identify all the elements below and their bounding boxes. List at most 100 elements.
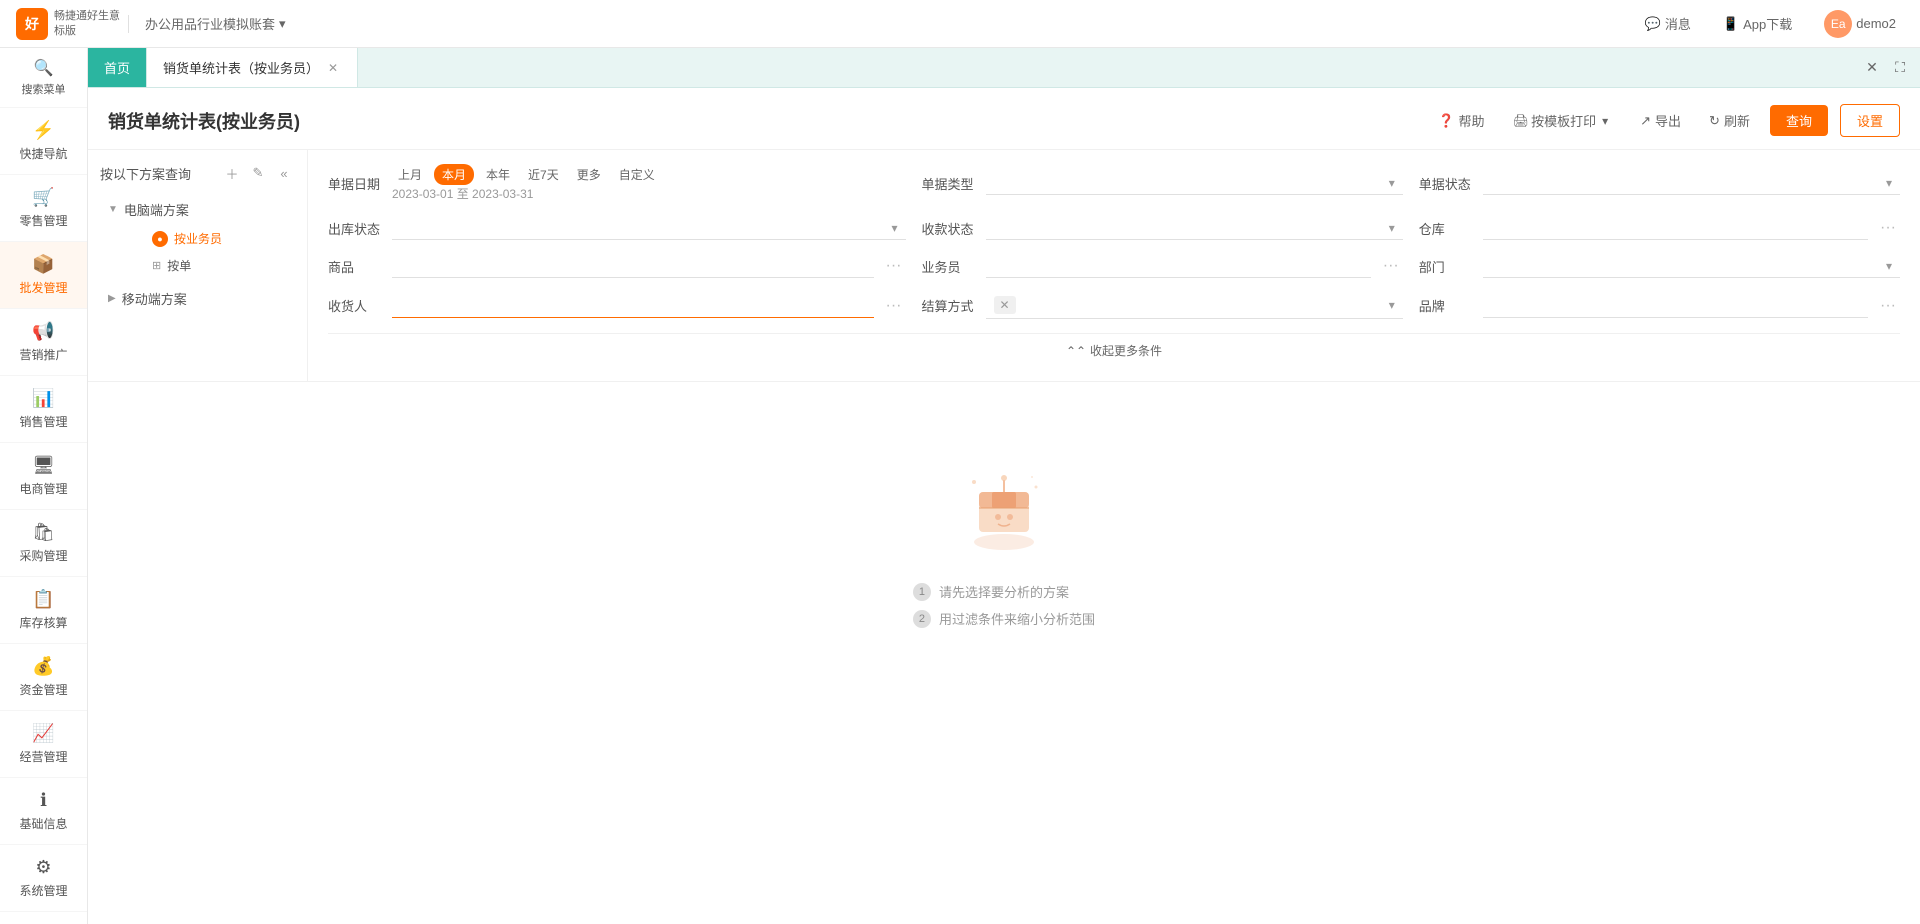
help-icon: ❓ <box>1438 113 1454 129</box>
sidebar-item-finance[interactable]: 💰 资金管理 <box>0 644 87 711</box>
tab-bar: 首页 销货单统计表（按业务员） ✕ ✕ ⛶ <box>88 48 1920 88</box>
collapse-panel-btn[interactable]: « <box>273 162 295 184</box>
header-left: 好 畅捷通好生意 标版 办公用品行业模拟账套 ▾ <box>16 8 294 40</box>
download-icon: 📱 <box>1723 16 1739 32</box>
filter-out-status-field: 出库状态 ▾ <box>328 217 906 240</box>
date-last-7-days[interactable]: 近7天 <box>522 164 565 185</box>
filter-doc-status-field: 单据状态 ▾ <box>1419 172 1900 195</box>
template-print-arrow-icon[interactable]: ▾ <box>1598 110 1612 132</box>
date-this-year[interactable]: 本年 <box>480 164 516 185</box>
panel-icons: ＋ ✎ « <box>221 162 295 184</box>
sidebar-item-quick-nav[interactable]: ⚡ 快捷导航 <box>0 108 87 175</box>
filter-row-3: 商品 ··· 业务员 ··· 部门 <box>328 254 1900 278</box>
info-icon: ℹ <box>40 790 47 811</box>
settlement-tag-close-icon[interactable]: ✕ <box>1000 298 1010 312</box>
page-actions: ❓ 帮助 🖨 按模板打印 ▾ ↗ 导出 ↻ <box>1430 104 1900 137</box>
sidebar-item-retail[interactable]: 🛒 零售管理 <box>0 175 87 242</box>
left-panel: 按以下方案查询 ＋ ✎ « ▼ 电脑端方案 <box>88 150 308 381</box>
settlement-arrow-icon: ▾ <box>1389 298 1395 312</box>
right-filter: 单据日期 上月 本月 本年 近7天 更多 自定义 <box>308 150 1920 381</box>
sub-item-by-salesman[interactable]: ● 按业务员 <box>120 225 295 252</box>
salesman-more-icon[interactable]: ··· <box>1379 257 1403 275</box>
filter-row-2: 出库状态 ▾ 收款状态 ▾ <box>328 216 1900 240</box>
brand-input[interactable] <box>1483 294 1868 318</box>
tree-expand-icon: ▼ <box>108 204 118 215</box>
tab-maximize-icon[interactable]: ⛶ <box>1888 56 1912 80</box>
refresh-btn[interactable]: ↻ 刷新 <box>1701 107 1758 134</box>
sidebar-item-sales-mgmt[interactable]: 📊 销售管理 <box>0 376 87 443</box>
message-btn[interactable]: 💬 消息 <box>1637 10 1699 37</box>
warehouse-more-icon[interactable]: ··· <box>1876 219 1900 237</box>
filter-row-4: 收货人 ··· 结算方式 ✕ ▾ <box>328 292 1900 319</box>
collapse-up-icon: ⌃⌃ <box>1066 344 1086 358</box>
filter-row-1: 单据日期 上月 本月 本年 近7天 更多 自定义 <box>328 164 1900 202</box>
sidebar-item-marketing[interactable]: 📢 营销推广 <box>0 309 87 376</box>
tab-close-all-icon[interactable]: ✕ <box>1860 56 1884 80</box>
settings-btn[interactable]: 设置 <box>1840 104 1900 137</box>
sidebar-item-operation[interactable]: 📈 经营管理 <box>0 711 87 778</box>
tab-home[interactable]: 首页 <box>88 48 147 87</box>
sidebar-item-enterprise[interactable]: 🤝 企业协同 <box>0 912 87 924</box>
consignee-input[interactable] <box>392 294 874 318</box>
filter-salesman-field: 业务员 ··· <box>922 254 1403 278</box>
edit-scheme-btn[interactable]: ✎ <box>247 162 269 184</box>
sidebar-item-system[interactable]: ⚙ 系统管理 <box>0 845 87 912</box>
out-status-select[interactable]: ▾ <box>392 217 906 240</box>
main-layout: 🔍 搜索菜单 ⚡ 快捷导航 🛒 零售管理 📦 批发管理 📢 营销推广 📊 销售管… <box>0 48 1920 924</box>
sidebar-item-search[interactable]: 🔍 搜索菜单 <box>0 48 87 108</box>
brand-more-icon[interactable]: ··· <box>1876 297 1900 315</box>
department-select[interactable]: ▾ <box>1483 255 1900 278</box>
query-btn[interactable]: 查询 <box>1770 105 1828 136</box>
filter-brand-field: 品牌 ··· <box>1419 294 1900 318</box>
tree-item-mobile[interactable]: ▶ 移动端方案 <box>100 283 295 314</box>
content-area: 首页 销货单统计表（按业务员） ✕ ✕ ⛶ 销货单统计表(按业务员) ❓ <box>88 48 1920 924</box>
tree-item-desktop[interactable]: ▼ 电脑端方案 <box>100 194 295 225</box>
avatar: Ea <box>1824 10 1852 38</box>
export-btn[interactable]: ↗ 导出 <box>1632 107 1689 134</box>
date-field-wrapper: 上月 本月 本年 近7天 更多 自定义 2023-03-01 至 2023-03… <box>392 164 906 202</box>
app-download-btn[interactable]: 📱 App下载 <box>1715 10 1800 37</box>
tab-close-icon[interactable]: ✕ <box>325 60 341 76</box>
doc-status-select[interactable]: ▾ <box>1483 172 1900 195</box>
header-right: 💬 消息 📱 App下载 Ea demo2 <box>1637 6 1904 42</box>
results-area: 1 请先选择要分析的方案 2 用过滤条件来缩小分析范围 <box>88 381 1920 708</box>
date-more[interactable]: 更多 <box>571 164 607 185</box>
page-inner: 销货单统计表(按业务员) ❓ 帮助 🖨 按模板打印 ▾ ↗ <box>88 88 1920 924</box>
filter-doc-type-field: 单据类型 ▾ <box>922 172 1403 195</box>
clipboard-icon: 📋 <box>32 589 54 610</box>
user-menu[interactable]: Ea demo2 <box>1816 6 1904 42</box>
sub-item-by-order[interactable]: ⊞ 按单 <box>120 252 295 279</box>
tab-sales-stat[interactable]: 销货单统计表（按业务员） ✕ <box>147 48 358 87</box>
filter-warehouse-field: 仓库 ··· <box>1419 216 1900 240</box>
template-print-btn[interactable]: 🖨 按模板打印 ▾ <box>1505 106 1621 136</box>
doc-type-select[interactable]: ▾ <box>986 172 1403 195</box>
empty-hint-2: 2 用过滤条件来缩小分析范围 <box>913 609 1095 628</box>
goods-more-icon[interactable]: ··· <box>882 257 906 275</box>
filter-collection-status-field: 收款状态 ▾ <box>922 217 1403 240</box>
sidebar-item-basic-info[interactable]: ℹ 基础信息 <box>0 778 87 845</box>
date-custom[interactable]: 自定义 <box>613 164 661 185</box>
warehouse-input[interactable] <box>1483 216 1868 240</box>
sidebar-item-wholesale[interactable]: 📦 批发管理 <box>0 242 87 309</box>
add-scheme-btn[interactable]: ＋ <box>221 162 243 184</box>
settlement-select[interactable]: ✕ ▾ <box>986 292 1403 319</box>
help-btn[interactable]: ❓ 帮助 <box>1430 107 1492 134</box>
date-last-month[interactable]: 上月 <box>392 164 428 185</box>
salesman-input[interactable] <box>986 254 1371 278</box>
consignee-more-icon[interactable]: ··· <box>882 297 906 315</box>
message-icon: 💬 <box>1645 16 1661 32</box>
chart-icon: 📊 <box>32 388 54 409</box>
collapse-btn[interactable]: ⌃⌃ 收起更多条件 <box>328 333 1900 367</box>
gear-icon: ⚙ <box>35 857 51 878</box>
empty-illustration <box>954 462 1054 562</box>
doc-type-arrow-icon: ▾ <box>1389 176 1395 190</box>
active-dot-icon: ● <box>152 231 168 247</box>
sidebar-item-inventory[interactable]: 📋 库存核算 <box>0 577 87 644</box>
date-this-month[interactable]: 本月 <box>434 164 474 185</box>
sidebar-item-ecommerce[interactable]: 🖥 电商管理 <box>0 443 87 510</box>
collection-status-select[interactable]: ▾ <box>986 217 1403 240</box>
department-arrow-icon: ▾ <box>1886 259 1892 273</box>
goods-input[interactable] <box>392 254 874 278</box>
sidebar-item-purchase[interactable]: 🛍 采购管理 <box>0 510 87 577</box>
app-selector[interactable]: 办公用品行业模拟账套 ▾ <box>137 10 294 37</box>
